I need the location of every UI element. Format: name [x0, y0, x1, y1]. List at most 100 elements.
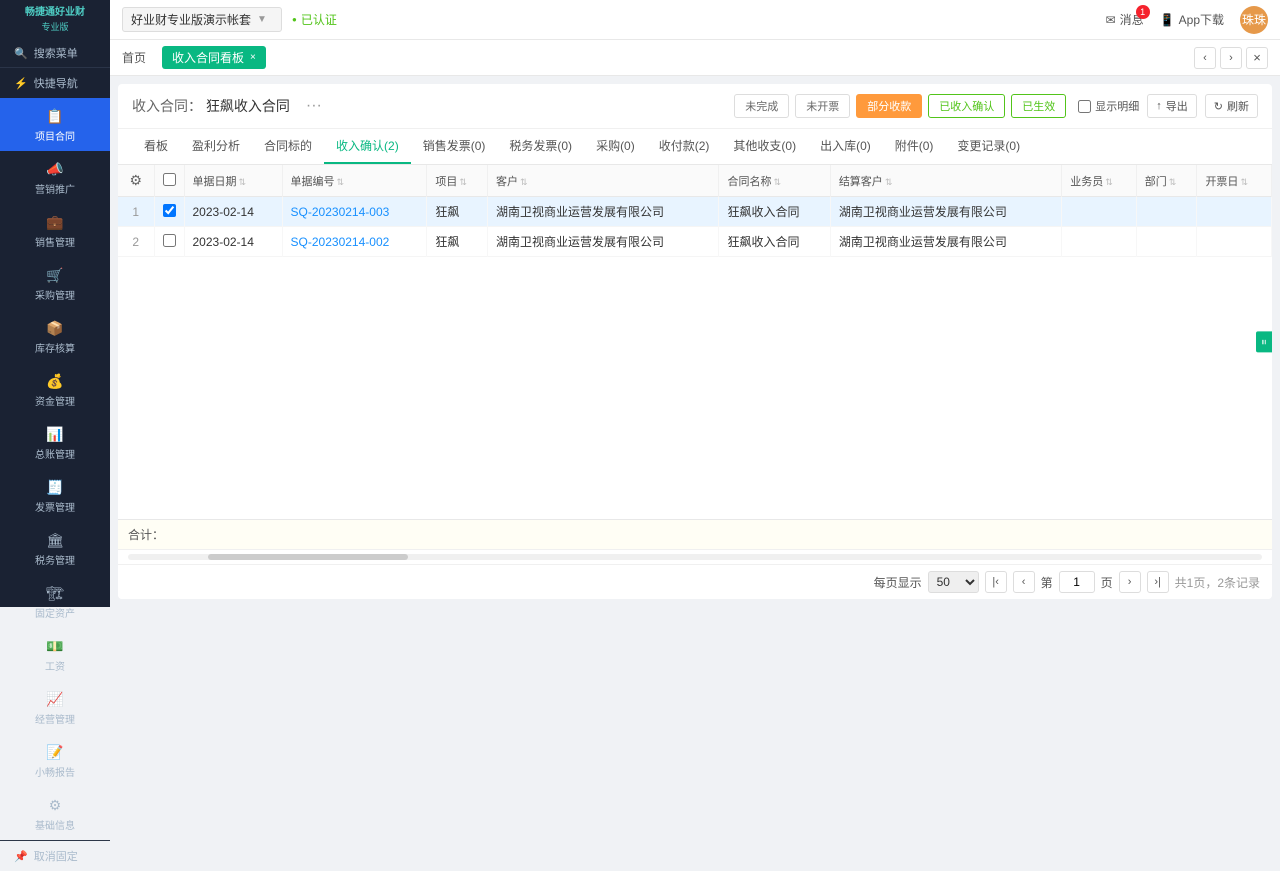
scrollbar-thumb[interactable]	[208, 554, 408, 560]
row2-department	[1136, 227, 1197, 257]
refresh-icon: ↻	[1214, 100, 1223, 113]
nav-next-button[interactable]: ›	[1220, 47, 1242, 69]
data-table: ⚙ 单据日期⇅ 单据编号⇅ 项目⇅ 客户⇅ 合同名称⇅ 结算客户⇅ 业务员⇅ 部…	[118, 165, 1272, 257]
status-btn-confirmed[interactable]: 已收入确认	[928, 94, 1005, 118]
page-last-button[interactable]: ›|	[1147, 571, 1169, 593]
sidebar-item-quicknav[interactable]: ⚡ 快捷导航	[0, 68, 110, 98]
page-number-input[interactable]	[1059, 571, 1095, 593]
settings-icon[interactable]: ⚙	[129, 172, 142, 188]
sidebar-item-purchase[interactable]: 🛒 采购管理	[0, 257, 110, 310]
page-content: 收入合同： 狂飙收入合同 ··· 未完成 未开票 部分收款 已收入确认 已生效 …	[118, 84, 1272, 599]
invoice-icon: 🧾	[45, 477, 65, 497]
page-next-button[interactable]: ›	[1119, 571, 1141, 593]
sidebar-item-basic-info-label: 基础信息	[35, 817, 75, 832]
sidebar-item-payroll[interactable]: 💵 工资	[0, 628, 110, 681]
show-detail-checkbox[interactable]	[1078, 100, 1091, 113]
message-button[interactable]: ✉ 1 消息	[1106, 11, 1144, 28]
nav-close-button[interactable]: ×	[1246, 47, 1268, 69]
tab-contract-subject[interactable]: 合同标的	[252, 129, 324, 164]
nav-prev-button[interactable]: ‹	[1194, 47, 1216, 69]
col-project[interactable]: 项目⇅	[427, 165, 488, 197]
row1-checkbox[interactable]	[154, 197, 184, 227]
tab-receipt[interactable]: 收付款(2)	[647, 129, 722, 164]
status-btn-uninvoiced[interactable]: 未开票	[795, 94, 850, 118]
sidebar-item-project-contract[interactable]: 📋 项目合同	[0, 98, 110, 151]
scrollbar-track[interactable]	[128, 554, 1262, 560]
tab-tax-invoice[interactable]: 税务发票(0)	[497, 129, 584, 164]
sidebar-item-management-label: 经营管理	[35, 711, 75, 726]
contract-more-button[interactable]: ···	[306, 97, 322, 115]
sidebar-item-tax[interactable]: 🏛 税务管理	[0, 522, 110, 575]
tab-sales-invoice[interactable]: 销售发票(0)	[411, 129, 498, 164]
col-department-label: 部门	[1145, 176, 1167, 188]
sidebar-item-sales[interactable]: 💼 销售管理	[0, 204, 110, 257]
col-checkbox[interactable]	[154, 165, 184, 197]
table-row[interactable]: 2 2023-02-14 SQ-20230214-002 狂飙 湖南卫视商业运营…	[118, 227, 1272, 257]
tab-purchase[interactable]: 采购(0)	[584, 129, 647, 164]
tab-attachments[interactable]: 附件(0)	[883, 129, 946, 164]
search-icon: 🔍	[14, 47, 28, 60]
row1-number-link[interactable]: SQ-20230214-003	[291, 205, 390, 219]
sidebar-item-marketing[interactable]: 📣 营销推广	[0, 151, 110, 204]
sidebar-item-invoice[interactable]: 🧾 发票管理	[0, 469, 110, 522]
sort-customer-icon: ⇅	[520, 177, 528, 187]
col-contract-name[interactable]: 合同名称⇅	[719, 165, 830, 197]
row1-select-checkbox[interactable]	[163, 204, 176, 217]
col-settle-customer[interactable]: 结算客户⇅	[830, 165, 1061, 197]
sidebar-item-management[interactable]: 📈 经营管理	[0, 681, 110, 734]
breadcrumb-tab-income-contract[interactable]: 收入合同看板 ×	[162, 46, 266, 69]
col-date[interactable]: 单据日期⇅	[184, 165, 282, 197]
page-prev-button[interactable]: ‹	[1013, 571, 1035, 593]
col-customer[interactable]: 客户⇅	[488, 165, 719, 197]
refresh-button[interactable]: ↻ 刷新	[1205, 94, 1258, 118]
sidebar-item-basic-info[interactable]: ⚙ 基础信息	[0, 787, 110, 840]
tabs-bar: 看板 盈利分析 合同标的 收入确认(2) 销售发票(0) 税务发票(0) 采购(…	[118, 129, 1272, 165]
col-department[interactable]: 部门⇅	[1136, 165, 1197, 197]
per-page-select[interactable]: 50 100 200	[928, 571, 979, 593]
company-selector[interactable]: 好业财专业版演示帐套 ▼	[122, 7, 282, 32]
tab-income-confirm[interactable]: 收入确认(2)	[324, 129, 411, 164]
sort-date-icon: ⇅	[239, 177, 247, 187]
sidebar-item-fixed-assets-label: 固定资产	[35, 605, 75, 620]
status-btn-incomplete[interactable]: 未完成	[734, 94, 789, 118]
select-all-checkbox[interactable]	[163, 173, 176, 186]
tab-profit[interactable]: 盈利分析	[180, 129, 252, 164]
export-button[interactable]: ↑ 导出	[1147, 94, 1197, 118]
sidebar-item-search[interactable]: 🔍 搜索菜单	[0, 39, 110, 68]
row2-number[interactable]: SQ-20230214-002	[282, 227, 427, 257]
tab-other-income[interactable]: 其他收支(0)	[721, 129, 808, 164]
app-download-button[interactable]: 📱 App下载	[1160, 11, 1224, 28]
breadcrumb-tab-close[interactable]: ×	[250, 52, 256, 63]
row2-number-link[interactable]: SQ-20230214-002	[291, 235, 390, 249]
row1-number[interactable]: SQ-20230214-003	[282, 197, 427, 227]
col-settle-customer-label: 结算客户	[839, 176, 883, 188]
col-settings[interactable]: ⚙	[118, 165, 154, 197]
sidebar-item-report[interactable]: 📝 小畅报告	[0, 734, 110, 787]
tab-dashboard[interactable]: 看板	[132, 129, 180, 164]
sidebar-item-invoice-label: 发票管理	[35, 499, 75, 514]
row2-invoice-date	[1197, 227, 1272, 257]
status-btn-partial-receipt[interactable]: 部分收款	[856, 94, 922, 118]
right-float-action[interactable]: ≡	[1256, 331, 1272, 352]
page-first-button[interactable]: |‹	[985, 571, 1007, 593]
col-salesperson[interactable]: 业务员⇅	[1062, 165, 1136, 197]
sidebar-item-tax-label: 税务管理	[35, 552, 75, 567]
sidebar-item-capital[interactable]: 💰 资金管理	[0, 363, 110, 416]
col-number[interactable]: 单据编号⇅	[282, 165, 427, 197]
tab-warehouse[interactable]: 出入库(0)	[808, 129, 883, 164]
sidebar-bottom-unpin[interactable]: 📌 取消固定	[0, 841, 110, 871]
breadcrumb-home[interactable]: 首页	[122, 49, 146, 66]
table-row[interactable]: 1 2023-02-14 SQ-20230214-003 狂飙 湖南卫视商业运营…	[118, 197, 1272, 227]
col-invoice-date[interactable]: 开票日⇅	[1197, 165, 1272, 197]
tab-change-log[interactable]: 变更记录(0)	[945, 129, 1032, 164]
show-detail-checkbox-label[interactable]: 显示明细	[1078, 94, 1139, 118]
sidebar-item-inventory[interactable]: 📦 库存核算	[0, 310, 110, 363]
totals-row: 合计：	[118, 519, 1272, 549]
sidebar-item-fixed-assets[interactable]: 🏗 固定资产	[0, 575, 110, 628]
status-btn-effective[interactable]: 已生效	[1011, 94, 1066, 118]
sidebar-item-report-label: 小畅报告	[35, 764, 75, 779]
row2-select-checkbox[interactable]	[163, 234, 176, 247]
user-avatar[interactable]: 珠珠	[1240, 6, 1268, 34]
sidebar-item-ledger[interactable]: 📊 总账管理	[0, 416, 110, 469]
row2-checkbox[interactable]	[154, 227, 184, 257]
